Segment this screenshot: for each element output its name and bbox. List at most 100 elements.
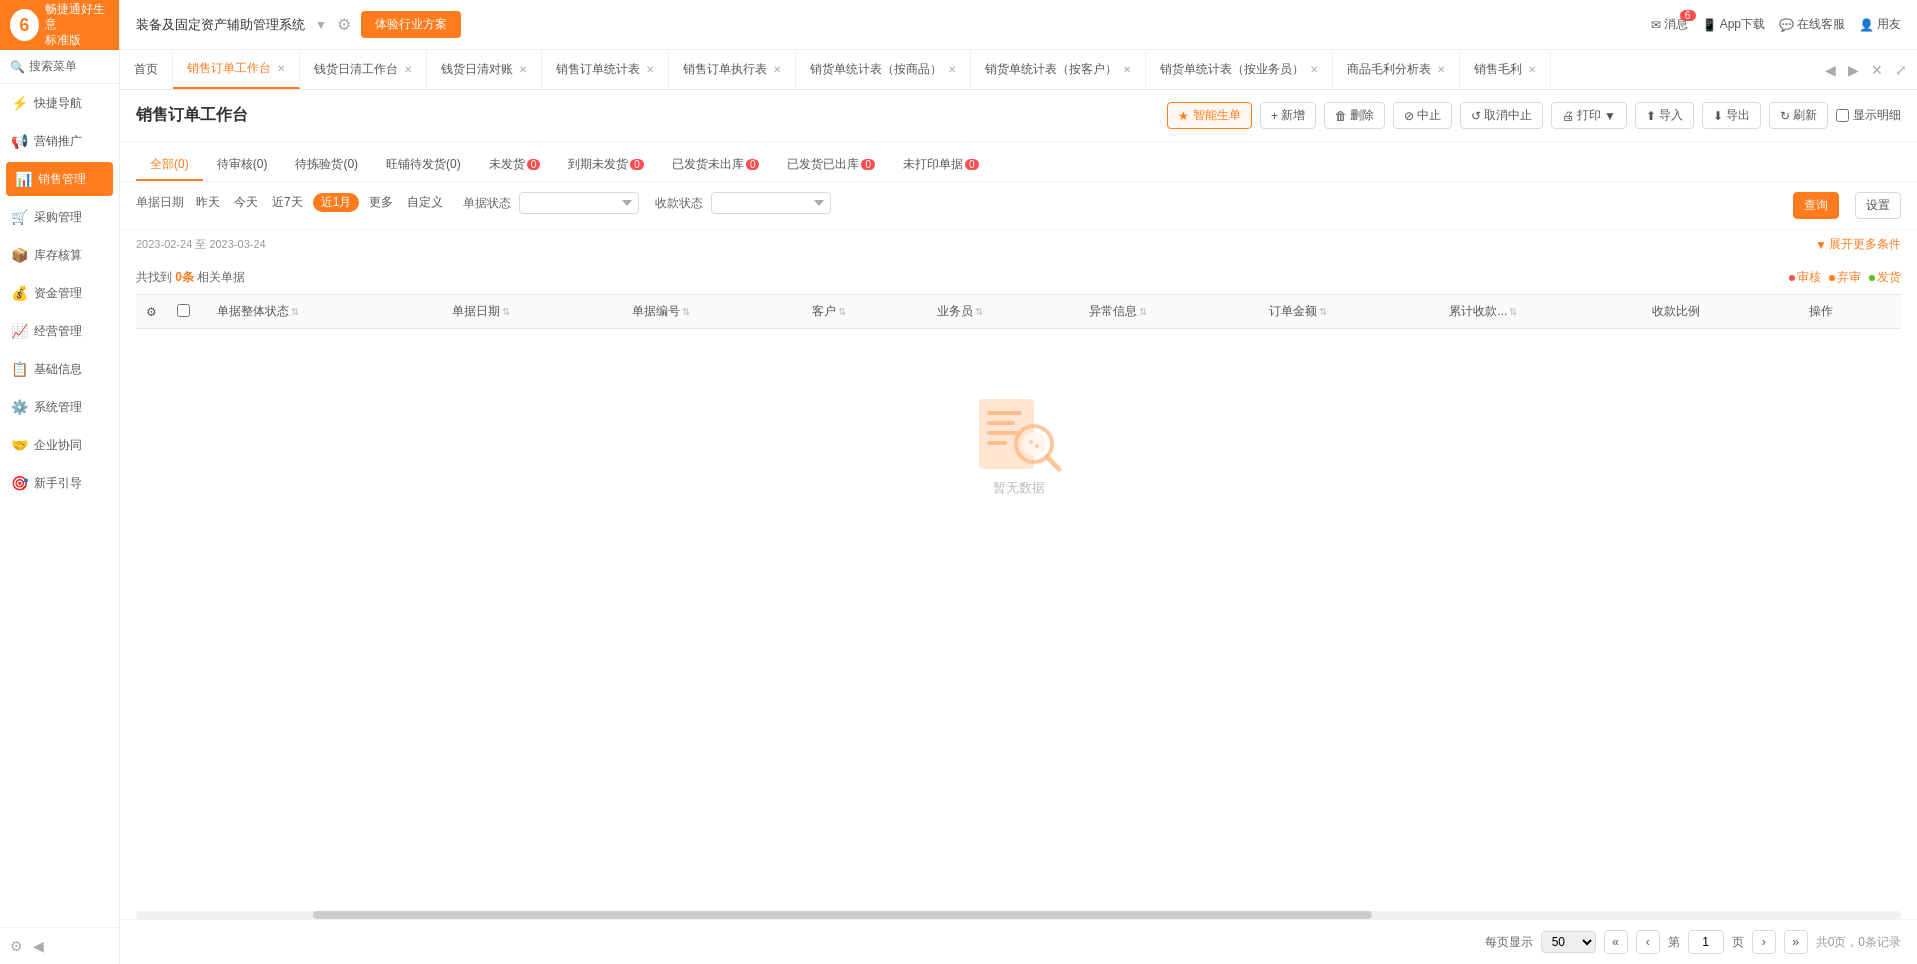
print-btn[interactable]: 🖨 打印 ▼ (1551, 102, 1627, 129)
tab-sales-summary-product[interactable]: 销货单统计表（按商品） ✕ (796, 51, 971, 88)
select-all-checkbox[interactable] (177, 304, 190, 317)
tab-close-cash-daily[interactable]: ✕ (404, 64, 412, 75)
date-opt-today[interactable]: 今天 (230, 192, 262, 213)
date-opt-7days[interactable]: 近7天 (268, 192, 307, 213)
tab-cash-reconcile[interactable]: 钱货日清对账 ✕ (427, 51, 542, 88)
smart-create-btn[interactable]: ★ 智能生单 (1167, 102, 1252, 129)
sort-received-icon[interactable]: ⇅ (1509, 306, 1517, 317)
sub-tabs: 全部(0) 待审核(0) 待拣验货(0) 旺铺待发货(0) 未发货0 到期未发货… (120, 142, 1917, 182)
tab-close-all-icon[interactable]: ✕ (1867, 60, 1887, 80)
sub-tab-not-shipped[interactable]: 未发货0 (475, 150, 555, 181)
sidebar-item-inventory[interactable]: 📦 库存核算 (0, 236, 119, 274)
stop-btn[interactable]: ⊘ 中止 (1393, 102, 1452, 129)
tab-sales-stat[interactable]: 销售订单统计表 ✕ (542, 51, 669, 88)
show-detail-checkbox[interactable] (1836, 109, 1849, 122)
cancel-stop-btn[interactable]: ↺ 取消中止 (1460, 102, 1543, 129)
industry-btn[interactable]: 体验行业方案 (361, 11, 461, 38)
tab-close-sales-summary-customer[interactable]: ✕ (1123, 64, 1131, 75)
prev-page-btn[interactable]: ‹ (1636, 930, 1660, 954)
tab-close-sales-summary-product[interactable]: ✕ (948, 64, 956, 75)
sidebar-item-search[interactable]: 🔍 搜索菜单 (0, 50, 119, 84)
expand-filter-btn[interactable]: ▼ 展开更多条件 (1815, 236, 1901, 253)
tab-close-gross-profit[interactable]: ✕ (1437, 64, 1445, 75)
status-select[interactable] (519, 192, 639, 214)
collapse-icon[interactable]: ◀ (33, 938, 44, 954)
tab-cash-daily[interactable]: 钱货日清工作台 ✕ (300, 51, 427, 88)
sidebar-item-guide[interactable]: 🎯 新手引导 (0, 464, 119, 502)
first-page-btn[interactable]: « (1604, 930, 1628, 954)
sidebar-item-system[interactable]: ⚙️ 系统管理 (0, 388, 119, 426)
user-btn[interactable]: 👤 用友 (1859, 16, 1901, 33)
tab-close-sales-profit[interactable]: ✕ (1528, 64, 1536, 75)
settings-filter-btn[interactable]: 设置 (1855, 192, 1901, 219)
tab-home[interactable]: 首页 (120, 51, 173, 88)
sidebar-item-sales[interactable]: 📊 销售管理 (6, 162, 113, 196)
sidebar-item-operation[interactable]: 📈 经营管理 (0, 312, 119, 350)
tab-sales-summary-staff[interactable]: 销货单统计表（按业务员） ✕ (1146, 51, 1333, 88)
sort-number-icon[interactable]: ⇅ (682, 306, 690, 317)
tab-expand-icon[interactable]: ⤢ (1891, 60, 1911, 80)
uncheck-action-link[interactable]: 弃审 (1829, 269, 1861, 286)
col-checkbox[interactable] (167, 295, 207, 329)
tab-close-cash-reconcile[interactable]: ✕ (519, 64, 527, 75)
sub-tab-pending-inspect[interactable]: 待拣验货(0) (281, 150, 372, 181)
tab-sales-workbench[interactable]: 销售订单工作台 ✕ (173, 50, 300, 89)
date-opt-yesterday[interactable]: 昨天 (192, 192, 224, 213)
sort-error-icon[interactable]: ⇅ (1139, 306, 1147, 317)
sort-customer-icon[interactable]: ⇅ (838, 306, 846, 317)
date-opt-1month[interactable]: 近1月 (313, 193, 360, 212)
sub-tab-wangpu-pending[interactable]: 旺铺待发货(0) (372, 150, 475, 181)
sub-tab-shipped-not-in[interactable]: 已发货未出库0 (658, 150, 774, 181)
col-settings[interactable]: ⚙ (136, 295, 167, 329)
app-download-btn[interactable]: 📱 App下载 (1702, 16, 1765, 33)
scrollbar-thumb[interactable] (313, 911, 1372, 919)
sub-tab-all[interactable]: 全部(0) (136, 150, 203, 181)
sidebar-item-purchase[interactable]: 🛒 采购管理 (0, 198, 119, 236)
ship-action-link[interactable]: 发货 (1869, 269, 1901, 286)
sort-status-icon[interactable]: ⇅ (291, 306, 299, 317)
sort-amount-icon[interactable]: ⇅ (1319, 306, 1327, 317)
tab-prev-icon[interactable]: ◀ (1821, 60, 1840, 80)
import-btn[interactable]: ⬆ 导入 (1635, 102, 1694, 129)
tab-next-icon[interactable]: ▶ (1844, 60, 1863, 80)
last-page-btn[interactable]: » (1784, 930, 1808, 954)
tab-close-sales-stat[interactable]: ✕ (646, 64, 654, 75)
refresh-btn[interactable]: ↻ 刷新 (1769, 102, 1828, 129)
sub-tab-overdue-not-shipped[interactable]: 到期未发货0 (554, 150, 658, 181)
tab-sales-summary-customer[interactable]: 销货单统计表（按客户） ✕ (971, 51, 1146, 88)
sidebar-item-enterprise[interactable]: 🤝 企业协同 (0, 426, 119, 464)
sidebar-item-marketing[interactable]: 📢 营销推广 (0, 122, 119, 160)
message-btn[interactable]: ✉ 消息 6 (1651, 16, 1688, 33)
sort-staff-icon[interactable]: ⇅ (975, 306, 983, 317)
sub-tab-not-printed[interactable]: 未打印单据0 (889, 150, 993, 181)
sub-tab-pending-review[interactable]: 待审核(0) (203, 150, 282, 181)
add-btn[interactable]: + 新增 (1260, 102, 1316, 129)
horizontal-scrollbar[interactable] (136, 911, 1901, 919)
settings-bottom-icon[interactable]: ⚙ (10, 938, 23, 954)
gear-settings-icon[interactable]: ⚙ (337, 15, 351, 34)
tab-sales-profit[interactable]: 销售毛利 ✕ (1460, 51, 1551, 88)
tab-close-sales-exec[interactable]: ✕ (773, 64, 781, 75)
next-page-btn[interactable]: › (1752, 930, 1776, 954)
page-input[interactable] (1688, 930, 1724, 954)
sidebar-item-finance[interactable]: 💰 资金管理 (0, 274, 119, 312)
per-page-select[interactable]: 10 20 50 100 (1541, 931, 1596, 953)
online-service-btn[interactable]: 💬 在线客服 (1779, 16, 1845, 33)
show-detail-checkbox-label[interactable]: 显示明细 (1836, 107, 1901, 124)
sort-date-icon[interactable]: ⇅ (502, 306, 510, 317)
tab-close-sales-workbench[interactable]: ✕ (277, 63, 285, 74)
date-opt-more[interactable]: 更多 (365, 192, 397, 213)
payment-filter-label: 收款状态 (655, 195, 703, 212)
date-opt-custom[interactable]: 自定义 (403, 192, 447, 213)
review-action-link[interactable]: 审核 (1789, 269, 1821, 286)
sidebar-item-quick-nav[interactable]: ⚡ 快捷导航 (0, 84, 119, 122)
sidebar-item-basic-info[interactable]: 📋 基础信息 (0, 350, 119, 388)
delete-btn[interactable]: 🗑 删除 (1324, 102, 1385, 129)
query-btn[interactable]: 查询 (1793, 192, 1839, 219)
tab-sales-exec[interactable]: 销售订单执行表 ✕ (669, 51, 796, 88)
tab-gross-profit[interactable]: 商品毛利分析表 ✕ (1333, 51, 1460, 88)
sub-tab-shipped-out[interactable]: 已发货已出库0 (773, 150, 889, 181)
tab-close-sales-summary-staff[interactable]: ✕ (1310, 64, 1318, 75)
payment-select[interactable] (711, 192, 831, 214)
export-btn[interactable]: ⬇ 导出 (1702, 102, 1761, 129)
